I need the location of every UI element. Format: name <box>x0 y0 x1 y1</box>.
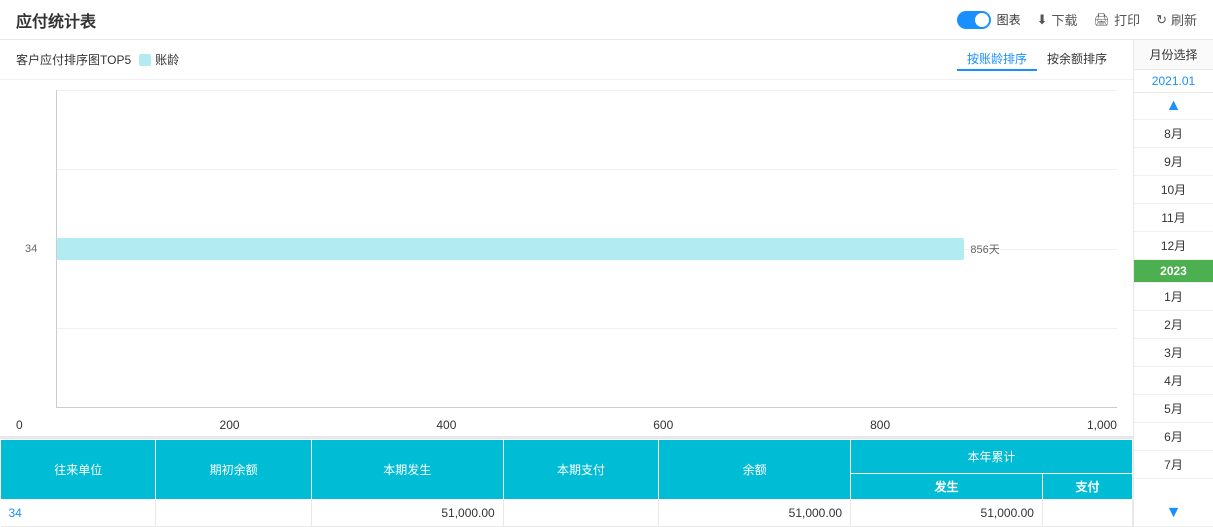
download-icon: ⬇ <box>1037 12 1048 28</box>
cell-unit: 34 <box>1 500 156 527</box>
x-axis: 0 200 400 600 800 1,000 <box>16 418 1117 432</box>
x-label-1000: 1,000 <box>1087 418 1117 432</box>
sort-by-amount-button[interactable]: 按余额排序 <box>1037 48 1117 71</box>
chart-toggle-label: 图表 <box>997 11 1021 28</box>
cell-balance: 51,000.00 <box>659 500 851 527</box>
unit-link[interactable]: 34 <box>9 506 22 520</box>
cell-opening-balance <box>156 500 311 527</box>
col-current-year-total: 本年累计 <box>851 440 1133 474</box>
month-item-6[interactable]: 6月 <box>1134 423 1213 451</box>
header-actions: 图表 ⬇ 下载 🖨 打印 ↻ 刷新 <box>957 10 1197 29</box>
col-balance: 余额 <box>659 440 851 500</box>
bar-row: 856天 <box>57 238 1117 260</box>
chart-header: 客户应付排序图TOP5 账龄 按账龄排序 按余额排序 <box>0 40 1133 80</box>
page-title: 应付统计表 <box>16 8 96 32</box>
x-label-600: 600 <box>653 418 673 432</box>
scroll-up-button[interactable]: ▲ <box>1134 93 1213 120</box>
x-label-400: 400 <box>436 418 456 432</box>
toggle-thumb <box>975 13 989 27</box>
month-picker-sidebar: 月份选择 2021.01 ▲ 8月 9月 10月 11月 12月 2023 1月… <box>1133 40 1213 527</box>
print-button[interactable]: 🖨 打印 <box>1094 10 1141 29</box>
sidebar-header: 月份选择 <box>1134 40 1213 70</box>
month-item-3[interactable]: 3月 <box>1134 339 1213 367</box>
summary-table: 往来单位 期初余额 本期发生 本期支付 余额 本年累计 发生 支付 <box>0 439 1133 527</box>
bar-right-label: 856天 <box>970 241 999 257</box>
month-item-12[interactable]: 12月 <box>1134 232 1213 260</box>
col-opening-balance: 期初余额 <box>156 440 311 500</box>
table-header-row: 往来单位 期初余额 本期发生 本期支付 余额 本年累计 <box>1 440 1133 474</box>
month-item-7[interactable]: 7月 <box>1134 451 1213 479</box>
print-label: 打印 <box>1114 10 1140 29</box>
print-icon: 🖨 <box>1094 12 1111 28</box>
month-item-11[interactable]: 11月 <box>1134 204 1213 232</box>
cell-payment-total <box>1042 500 1132 527</box>
chart-legend-label: 客户应付排序图TOP5 <box>16 51 131 68</box>
col-occurrence-sub: 发生 <box>851 474 1043 500</box>
chart-legend: 客户应付排序图TOP5 账龄 <box>16 51 179 68</box>
col-payment-sub: 支付 <box>1042 474 1132 500</box>
refresh-icon: ↻ <box>1156 12 1167 28</box>
legend-color-box <box>139 54 151 66</box>
month-item-8[interactable]: 8月 <box>1134 120 1213 148</box>
table-row: 34 51,000.00 51,000.00 51,000.00 <box>1 500 1133 527</box>
col-current-occurrence: 本期发生 <box>311 440 503 500</box>
month-item-5[interactable]: 5月 <box>1134 395 1213 423</box>
download-label: 下载 <box>1052 10 1078 29</box>
cell-current-payment <box>503 500 658 527</box>
month-item-2[interactable]: 2月 <box>1134 311 1213 339</box>
col-incoming-unit: 往来单位 <box>1 440 156 500</box>
month-list: 8月 9月 10月 11月 12月 2023 1月 2月 3月 4月 5月 6月… <box>1134 120 1213 500</box>
x-label-200: 200 <box>220 418 240 432</box>
x-label-800: 800 <box>870 418 890 432</box>
cell-current-occurrence: 51,000.00 <box>311 500 503 527</box>
scroll-down-button[interactable]: ▼ <box>1134 500 1213 527</box>
legend-bar-label: 账龄 <box>155 51 179 68</box>
month-item-9[interactable]: 9月 <box>1134 148 1213 176</box>
sort-buttons: 按账龄排序 按余额排序 <box>957 48 1117 71</box>
x-label-0: 0 <box>16 418 23 432</box>
refresh-button[interactable]: ↻ 刷新 <box>1156 10 1197 29</box>
toggle-track <box>957 11 991 29</box>
download-button[interactable]: ⬇ 下载 <box>1037 10 1078 29</box>
month-item-4[interactable]: 4月 <box>1134 367 1213 395</box>
chart-toggle[interactable]: 图表 <box>957 11 1021 29</box>
month-item-1[interactable]: 1月 <box>1134 283 1213 311</box>
bar-34 <box>57 238 964 260</box>
y-label-34: 34 <box>25 243 37 255</box>
refresh-label: 刷新 <box>1171 10 1197 29</box>
selected-year[interactable]: 2021.01 <box>1134 70 1213 93</box>
chart-area: 856天 34 0 200 400 600 800 1,000 <box>0 80 1133 436</box>
sort-by-age-button[interactable]: 按账龄排序 <box>957 48 1037 71</box>
legend-item-bar: 账龄 <box>139 51 179 68</box>
table-section: 往来单位 期初余额 本期发生 本期支付 余额 本年累计 发生 支付 <box>0 436 1133 527</box>
cell-occurrence-total: 51,000.00 <box>851 500 1043 527</box>
year-marker-2023: 2023 <box>1134 260 1213 283</box>
col-current-payment: 本期支付 <box>503 440 658 500</box>
month-item-10[interactable]: 10月 <box>1134 176 1213 204</box>
